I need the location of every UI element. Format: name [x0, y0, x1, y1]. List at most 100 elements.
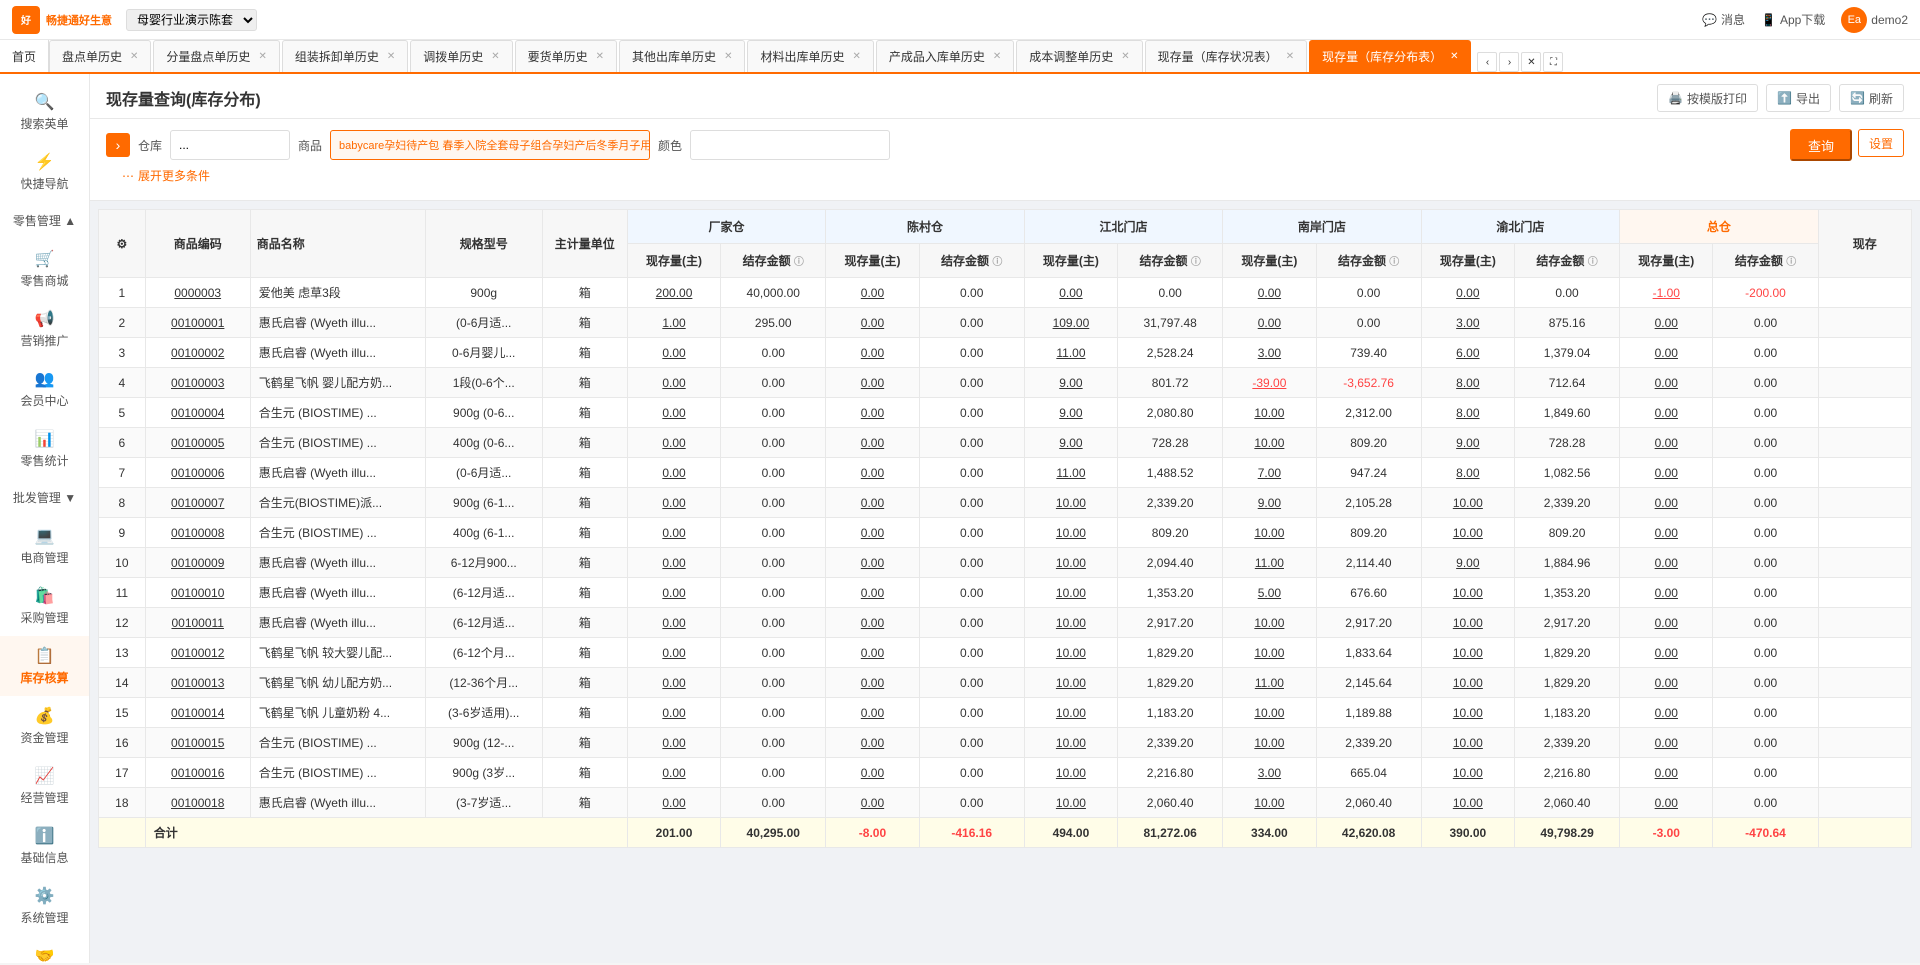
cell-c2q[interactable]: 0.00	[826, 368, 919, 398]
info-icon5[interactable]: ⓘ	[1588, 257, 1598, 268]
sidebar-item-basic-info[interactable]: ℹ️ 基础信息	[0, 816, 89, 876]
cell-c4q[interactable]: 0.00	[1223, 278, 1316, 308]
info-icon1[interactable]: ⓘ	[794, 257, 804, 268]
cell-code[interactable]: 00100005	[145, 428, 250, 458]
cell-c2q[interactable]: 0.00	[826, 698, 919, 728]
cell-c2q[interactable]: 0.00	[826, 788, 919, 818]
sidebar-item-wholesale[interactable]: 批发管理 ▼	[0, 479, 89, 516]
cell-code[interactable]: 00100006	[145, 458, 250, 488]
cell-c5q[interactable]: 10.00	[1421, 578, 1514, 608]
cell-code[interactable]: 00100011	[145, 608, 250, 638]
tab-close-all[interactable]: ✕	[1521, 52, 1541, 72]
sidebar-item-marketing[interactable]: 📢 营销推广	[0, 299, 89, 359]
close-icon[interactable]: ✕	[724, 51, 732, 62]
cell-c4q[interactable]: 10.00	[1223, 788, 1316, 818]
sidebar-item-enterprise[interactable]: 🤝 企业协同	[0, 936, 89, 963]
tab-盘点单历史[interactable]: 盘点单历史 ✕	[49, 40, 151, 72]
cell-tq[interactable]: 0.00	[1620, 488, 1713, 518]
cell-c4q[interactable]: 10.00	[1223, 398, 1316, 428]
info-icon4[interactable]: ⓘ	[1389, 257, 1399, 268]
close-icon[interactable]: ✕	[387, 51, 395, 62]
refresh-btn[interactable]: 🔄 刷新	[1839, 84, 1904, 112]
cell-code[interactable]: 00100014	[145, 698, 250, 728]
cell-c4q[interactable]: 10.00	[1223, 608, 1316, 638]
cell-code[interactable]: 00100018	[145, 788, 250, 818]
cell-tq[interactable]: 0.00	[1620, 668, 1713, 698]
cell-c1q[interactable]: 0.00	[627, 788, 720, 818]
cell-c3q[interactable]: 10.00	[1024, 548, 1117, 578]
sidebar-item-members[interactable]: 👥 会员中心	[0, 359, 89, 419]
cell-c3q[interactable]: 10.00	[1024, 788, 1117, 818]
cell-c2q[interactable]: 0.00	[826, 758, 919, 788]
cell-c3q[interactable]: 10.00	[1024, 758, 1117, 788]
close-icon[interactable]: ✕	[1450, 51, 1458, 62]
close-icon[interactable]: ✕	[1286, 51, 1294, 62]
cell-tq[interactable]: -1.00	[1620, 278, 1713, 308]
cell-c3q[interactable]: 11.00	[1024, 458, 1117, 488]
cell-c3q[interactable]: 10.00	[1024, 698, 1117, 728]
cell-c4q[interactable]: 11.00	[1223, 548, 1316, 578]
cell-c5q[interactable]: 8.00	[1421, 458, 1514, 488]
cell-c5q[interactable]: 9.00	[1421, 428, 1514, 458]
cell-c3q[interactable]: 10.00	[1024, 608, 1117, 638]
query-btn[interactable]: 查询	[1790, 129, 1852, 161]
cell-c2q[interactable]: 0.00	[826, 548, 919, 578]
cell-c1q[interactable]: 0.00	[627, 758, 720, 788]
cell-c2q[interactable]: 0.00	[826, 338, 919, 368]
close-icon[interactable]: ✕	[596, 51, 604, 62]
tab-现存量库存分布表[interactable]: 现存量（库存分布表） ✕	[1309, 40, 1471, 72]
cell-tq[interactable]: 0.00	[1620, 518, 1713, 548]
tab-分量盘点单历史[interactable]: 分量盘点单历史 ✕	[153, 40, 279, 72]
cell-c1q[interactable]: 0.00	[627, 578, 720, 608]
cell-c4q[interactable]: 3.00	[1223, 758, 1316, 788]
cell-c5q[interactable]: 10.00	[1421, 758, 1514, 788]
cell-tq[interactable]: 0.00	[1620, 788, 1713, 818]
goods-filter-tag[interactable]: babycare孕妇待产包 春季入院全套母子组合孕妇产后冬季月子用品 22件套 …	[330, 130, 650, 160]
cell-c5q[interactable]: 0.00	[1421, 278, 1514, 308]
cell-c2q[interactable]: 0.00	[826, 638, 919, 668]
close-icon[interactable]: ✕	[993, 51, 1001, 62]
sidebar-item-retail-stats[interactable]: 📊 零售统计	[0, 419, 89, 479]
cell-c1q[interactable]: 1.00	[627, 308, 720, 338]
cell-c1q[interactable]: 0.00	[627, 698, 720, 728]
cell-c1q[interactable]: 0.00	[627, 338, 720, 368]
expand-conditions-row[interactable]: ⋯ 展开更多条件	[106, 161, 1904, 190]
sidebar-item-retail-mgmt[interactable]: 零售管理 ▲	[0, 202, 89, 239]
cell-c1q[interactable]: 0.00	[627, 638, 720, 668]
sidebar-item-ecommerce[interactable]: 💻 电商管理	[0, 516, 89, 576]
tab-其他出库单历史[interactable]: 其他出库单历史 ✕	[619, 40, 745, 72]
cell-tq[interactable]: 0.00	[1620, 338, 1713, 368]
cell-c2q[interactable]: 0.00	[826, 278, 919, 308]
cell-c1q[interactable]: 0.00	[627, 728, 720, 758]
cell-tq[interactable]: 0.00	[1620, 308, 1713, 338]
tab-组装拆卸单历史[interactable]: 组装拆卸单历史 ✕	[282, 40, 408, 72]
tab-expand[interactable]: ⛶	[1543, 52, 1563, 72]
cell-c2q[interactable]: 0.00	[826, 458, 919, 488]
cell-tq[interactable]: 0.00	[1620, 758, 1713, 788]
cell-c2q[interactable]: 0.00	[826, 428, 919, 458]
tab-要货单历史[interactable]: 要货单历史 ✕	[515, 40, 617, 72]
cell-code[interactable]: 00100012	[145, 638, 250, 668]
cell-c4q[interactable]: -39.00	[1223, 368, 1316, 398]
settings-btn[interactable]: 设置	[1858, 129, 1904, 157]
tab-成本调整单历史[interactable]: 成本调整单历史 ✕	[1016, 40, 1142, 72]
cell-c5q[interactable]: 6.00	[1421, 338, 1514, 368]
sidebar-item-search[interactable]: 🔍 搜索英单	[0, 82, 89, 142]
close-icon[interactable]: ✕	[258, 51, 266, 62]
cell-c1q[interactable]: 0.00	[627, 488, 720, 518]
cell-tq[interactable]: 0.00	[1620, 578, 1713, 608]
sidebar-item-nav[interactable]: ⚡ 快捷导航	[0, 142, 89, 202]
cell-c2q[interactable]: 0.00	[826, 518, 919, 548]
cell-c2q[interactable]: 0.00	[826, 608, 919, 638]
cell-c4q[interactable]: 10.00	[1223, 728, 1316, 758]
cell-tq[interactable]: 0.00	[1620, 458, 1713, 488]
cell-c5q[interactable]: 10.00	[1421, 518, 1514, 548]
cell-c1q[interactable]: 0.00	[627, 428, 720, 458]
cell-c4q[interactable]: 10.00	[1223, 638, 1316, 668]
cell-c5q[interactable]: 10.00	[1421, 638, 1514, 668]
cell-c5q[interactable]: 3.00	[1421, 308, 1514, 338]
cell-c2q[interactable]: 0.00	[826, 308, 919, 338]
info-icon6[interactable]: ⓘ	[1786, 257, 1796, 268]
cell-tq[interactable]: 0.00	[1620, 368, 1713, 398]
cell-c1q[interactable]: 0.00	[627, 548, 720, 578]
